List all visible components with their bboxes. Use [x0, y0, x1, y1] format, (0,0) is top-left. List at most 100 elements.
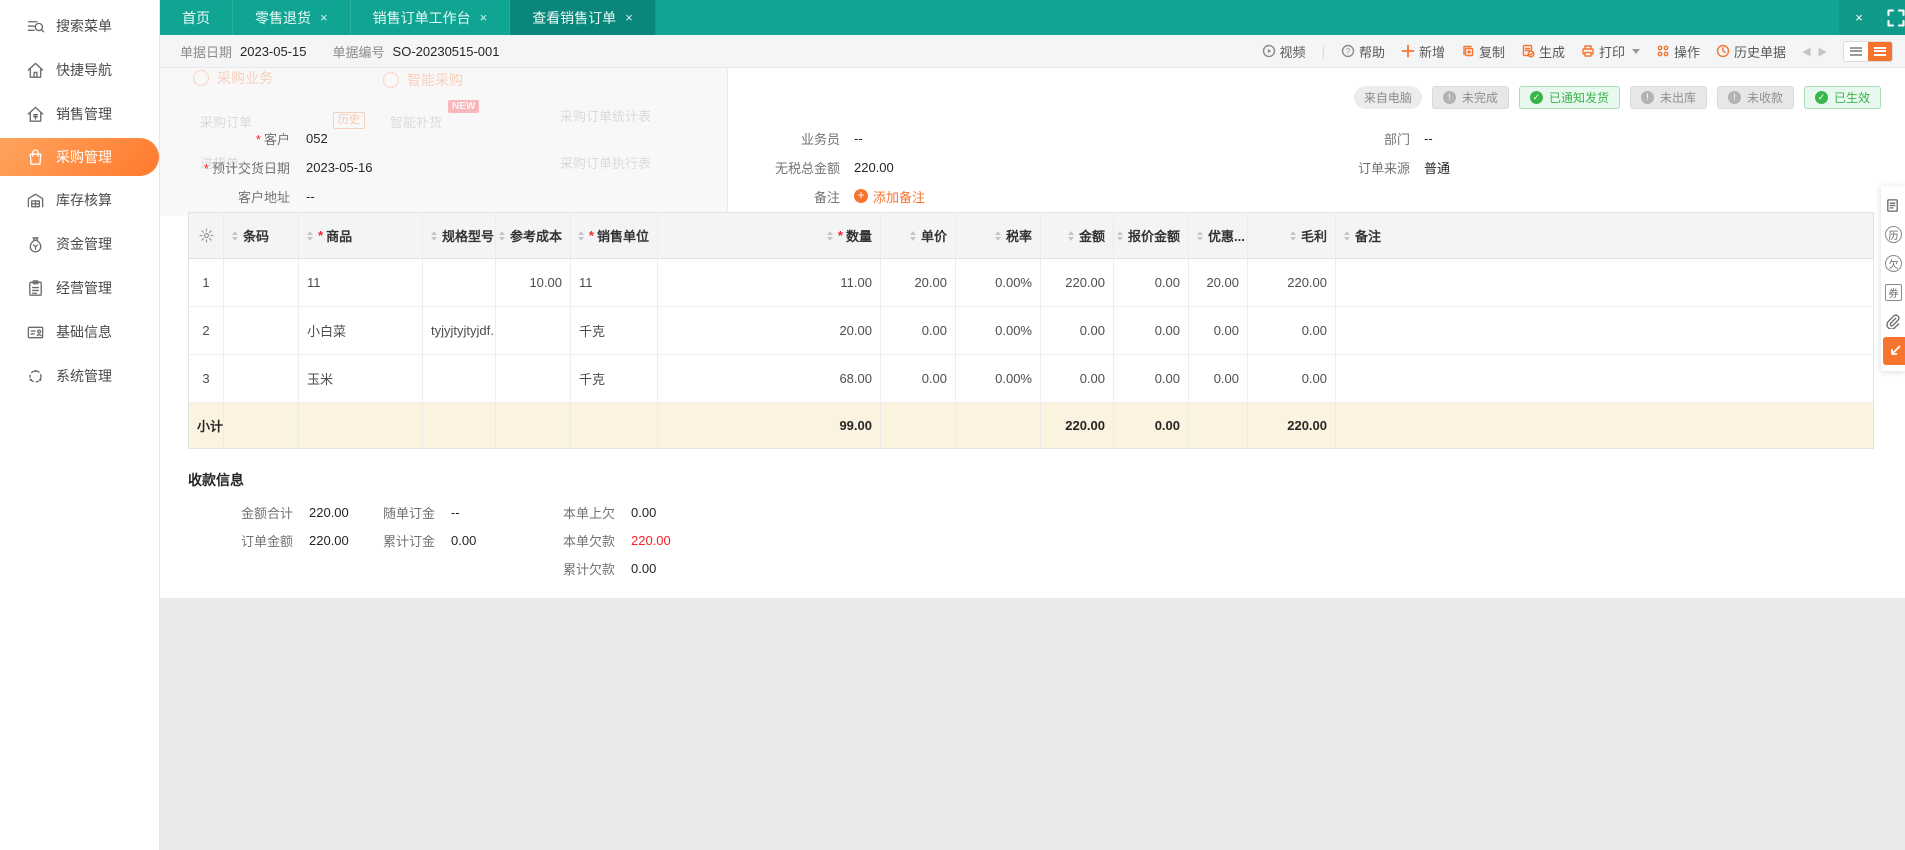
cell-barcode [224, 307, 299, 354]
sort-arrows-icon[interactable] [577, 230, 584, 241]
sort-down-icon [232, 236, 238, 241]
field-label: 无税总金额 [774, 160, 840, 176]
payment-value: -- [451, 504, 460, 520]
help-button[interactable]: ? 帮助 [1341, 42, 1385, 61]
sidebar-item-sales[interactable]: 销售管理 [0, 94, 159, 134]
column-label: 金额 [1078, 229, 1105, 244]
badge-label: 来自电脑 [1363, 91, 1412, 105]
tab-view-sales-order[interactable]: 查看销售订单 × [510, 0, 656, 35]
form-column: 业务员 -- 无税总金额 220.00 备注 + 添加备注 [690, 128, 925, 215]
sidebar-item-inventory[interactable]: 库存核算 [0, 180, 159, 220]
cell-discount: 20.00 [1189, 259, 1248, 306]
sort-arrows-icon[interactable] [431, 230, 437, 241]
column-header-tax[interactable]: 税率 [956, 213, 1041, 258]
column-label: 毛利 [1300, 229, 1327, 244]
payment-info-section: 收款信息 金额合计 220.00 订单金额 220.00 随单订金 -- 累计订金 0.00 本… [188, 470, 968, 577]
next-record-icon[interactable]: ▶ [1819, 45, 1827, 58]
column-header-cost[interactable]: 参考成本 [496, 213, 571, 258]
tab-close-icon[interactable]: × [320, 10, 328, 25]
operate-button[interactable]: 操作 [1656, 42, 1700, 61]
search-menu-icon [26, 17, 45, 36]
cell-amount: 0.00 [1041, 307, 1114, 354]
detail-view-icon [1874, 46, 1886, 56]
tab-close-icon[interactable]: × [480, 10, 488, 25]
sort-arrows-icon[interactable] [498, 230, 505, 241]
tab-close-icon[interactable]: × [625, 10, 633, 25]
prev-record-icon[interactable]: ◀ [1802, 45, 1810, 58]
payment-field: 金额合计 220.00 [188, 502, 349, 522]
sidebar-item-basic-info[interactable]: 基础信息 [0, 312, 159, 352]
sidebar-item-search-menu[interactable]: 搜索菜单 [0, 6, 159, 46]
sort-arrows-icon[interactable] [1197, 230, 1203, 241]
cell-qty: 20.00 [658, 307, 881, 354]
sort-arrows-icon[interactable] [1067, 230, 1074, 241]
column-label: 单价 [920, 229, 947, 244]
attachment-icon[interactable] [1885, 308, 1905, 334]
column-header-price[interactable]: 单价 [881, 213, 956, 258]
required-asterisk: * [318, 228, 324, 243]
check-circle-icon: ✓ [1529, 91, 1543, 104]
sort-arrows-icon[interactable] [1116, 230, 1123, 241]
history-circle-icon[interactable]: 历 [1885, 221, 1905, 247]
status-badge: ! 未收款 [1716, 86, 1794, 109]
add-button[interactable]: 新增 [1401, 42, 1445, 61]
toolbar-actions: 视频 | ? 帮助 新增 复制 生成 打印 操作 历史单据 ◀ ▶ [1262, 40, 1893, 62]
column-header-product[interactable]: * 商品 [299, 213, 423, 258]
copy-button[interactable]: 复制 [1461, 42, 1505, 61]
sidebar-item-quick-nav[interactable]: 快捷导航 [0, 50, 159, 90]
sidebar-item-system[interactable]: 系统管理 [0, 356, 159, 396]
column-header-discount[interactable]: 优惠... [1189, 213, 1248, 258]
sidebar-item-label: 快捷导航 [56, 62, 112, 78]
subtotal-product [299, 403, 423, 448]
column-header-barcode[interactable]: 条码 [224, 213, 299, 258]
column-header-idx[interactable] [189, 213, 224, 258]
close-tabs-icon[interactable]: × [1839, 0, 1879, 35]
generate-button[interactable]: 生成 [1521, 42, 1565, 61]
sort-arrows-icon[interactable] [826, 230, 833, 241]
column-header-qty[interactable]: * 数量 [658, 213, 881, 258]
sort-arrows-icon[interactable] [909, 230, 916, 241]
sort-arrows-icon[interactable] [1344, 230, 1350, 241]
detail-view-toggle[interactable] [1868, 41, 1892, 61]
document-icon[interactable] [1885, 192, 1905, 218]
sort-arrows-icon[interactable] [307, 230, 313, 241]
list-view-toggle[interactable] [1844, 42, 1868, 61]
sidebar-item-funds[interactable]: 资金管理 [0, 224, 159, 264]
sort-arrows-icon[interactable] [1289, 230, 1296, 241]
line-items-table: 条码 * 商品 规格型号 参考成本 * 销售单位 * 数量 单价 税率 金额 报价金额 优惠... 毛利 备注… [188, 212, 1874, 449]
toolbar-divider: | [1321, 43, 1325, 59]
column-header-profit[interactable]: 毛利 [1248, 213, 1336, 258]
sidebar-item-operations[interactable]: 经营管理 [0, 268, 159, 308]
add-remark-link[interactable]: + 添加备注 [854, 187, 925, 206]
plus-icon [1401, 44, 1415, 58]
column-header-unit[interactable]: * 销售单位 [571, 213, 658, 258]
payment-column: 金额合计 220.00 订单金额 220.00 [188, 502, 349, 558]
expand-panel-icon[interactable] [1883, 337, 1905, 365]
sort-arrows-icon[interactable] [994, 230, 1001, 241]
sidebar-item-purchase[interactable]: 采购管理 [0, 138, 159, 176]
form-column: 部门 -- 订单来源 普通 [1260, 128, 1450, 186]
tab-retail-return[interactable]: 零售退货 × [233, 0, 351, 35]
column-header-remark[interactable]: 备注 [1336, 213, 1873, 258]
video-button[interactable]: 视频 [1262, 42, 1306, 61]
column-header-spec[interactable]: 规格型号 [423, 213, 496, 258]
fullscreen-icon[interactable] [1879, 0, 1905, 35]
sidebar-item-label: 系统管理 [56, 368, 112, 384]
history-docs-button[interactable]: 历史单据 [1716, 42, 1786, 61]
column-label: 税率 [1005, 229, 1032, 244]
ghost-menu-item: 智能采购 [383, 70, 463, 90]
column-header-amount[interactable]: 金额 [1041, 213, 1114, 258]
tab-home[interactable]: 首页 [160, 0, 233, 35]
table-header-row: 条码 * 商品 规格型号 参考成本 * 销售单位 * 数量 单价 税率 金额 报价金额 优惠... 毛利 备注 [189, 213, 1873, 259]
sort-down-icon [307, 236, 313, 241]
debt-circle-icon[interactable]: 欠 [1885, 250, 1905, 276]
info-circle-icon: ! [1442, 91, 1456, 104]
voucher-icon[interactable]: 券 [1885, 279, 1905, 305]
print-button[interactable]: 打印 [1581, 42, 1641, 61]
column-header-quote[interactable]: 报价金额 [1114, 213, 1189, 258]
ghost-label: 智能补货 [390, 115, 443, 130]
tab-sales-order-workbench[interactable]: 销售订单工作台 × [351, 0, 511, 35]
sidebar-item-label: 资金管理 [56, 236, 112, 252]
badge-label: 已通知发货 [1548, 91, 1609, 105]
sort-arrows-icon[interactable] [232, 230, 238, 241]
